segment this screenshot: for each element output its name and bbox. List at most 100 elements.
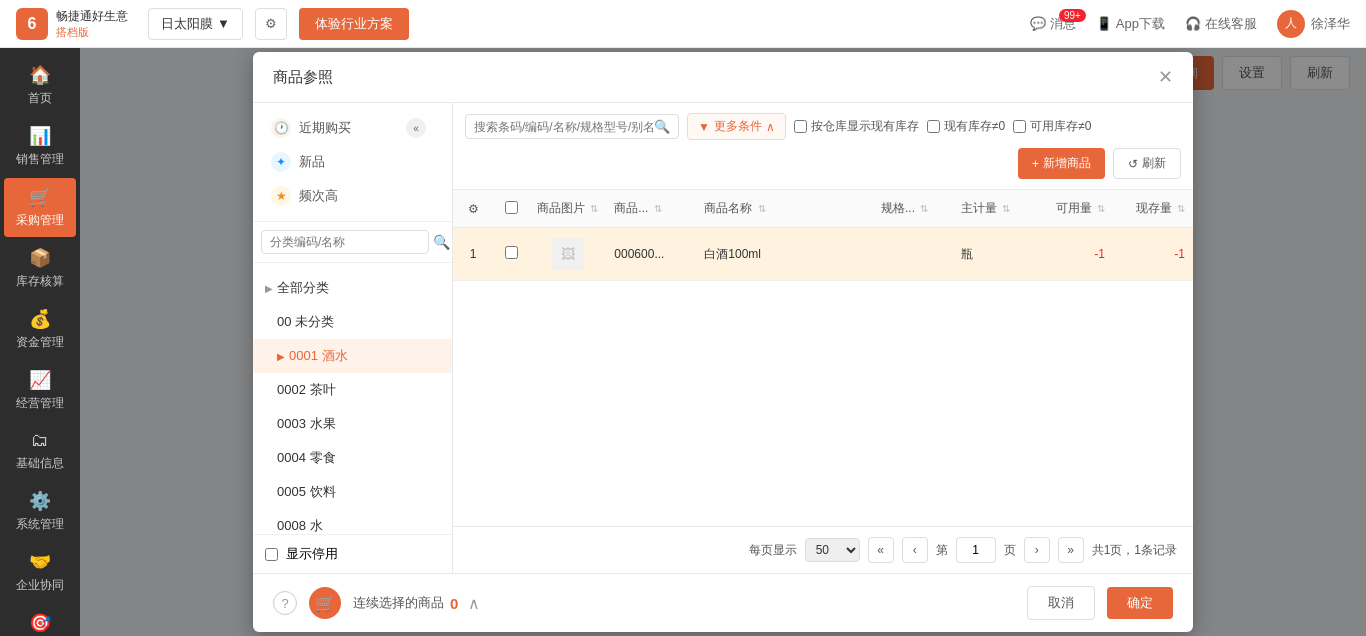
col-header-unit: 主计量 ⇅ — [953, 190, 1033, 228]
table-settings-icon[interactable]: ⚙ — [468, 202, 479, 216]
stock-ne0-filter-label[interactable]: 现有库存≠0 — [927, 118, 1005, 135]
row-available: -1 — [1033, 228, 1113, 281]
cart-button[interactable]: 🛒 — [309, 587, 341, 619]
add-icon: + — [1032, 157, 1039, 171]
cat-item-0005[interactable]: 0005 饮料 — [253, 475, 452, 509]
quick-filter-new[interactable]: ✦ 新品 — [261, 145, 444, 179]
row-checkbox[interactable] — [505, 246, 518, 259]
sidebar-item-inventory[interactable]: 📦 库存核算 — [4, 239, 76, 298]
col-header-settings[interactable]: ⚙ — [453, 190, 493, 228]
cat-label-0005: 0005 饮料 — [277, 483, 336, 501]
collapse-icon[interactable]: « — [406, 118, 426, 138]
operation-icon: 📈 — [29, 369, 51, 391]
logo-text: 畅捷通好生意 搭档版 — [56, 8, 128, 40]
col-header-name: 商品名称 ⇅ — [696, 190, 873, 228]
cat-item-all[interactable]: ▶ 全部分类 — [253, 271, 452, 305]
first-page-button[interactable]: « — [868, 537, 894, 563]
pagination: 每页显示 10 20 50 100 « ‹ 第 页 — [453, 526, 1193, 573]
cat-item-0004[interactable]: 0004 零食 — [253, 441, 452, 475]
category-tree: ▶ 全部分类 00 未分类 ▶ 0001 酒水 0002 茶 — [253, 263, 452, 534]
topbar-right: 💬 消息 99+ 📱 App下载 🎧 在线客服 人 徐泽华 — [1030, 10, 1350, 38]
warehouse-filter-label[interactable]: 按仓库显示现有库存 — [794, 118, 919, 135]
row-stock: -1 — [1113, 228, 1193, 281]
sidebar-item-guide[interactable]: 🎯 新手引导 — [4, 604, 76, 636]
quick-filter-frequent[interactable]: ★ 频次高 — [261, 179, 444, 213]
quick-filter-recent[interactable]: 🕐 近期购买 « — [261, 111, 444, 145]
trial-button[interactable]: 体验行业方案 — [299, 8, 409, 40]
dialog-close-button[interactable]: ✕ — [1158, 66, 1173, 88]
select-all-checkbox[interactable] — [505, 201, 518, 214]
app-download-label: App下载 — [1116, 15, 1165, 33]
show-disabled-label[interactable]: 显示停用 — [286, 545, 338, 563]
sidebar-item-home[interactable]: 🏠 首页 — [4, 56, 76, 115]
row-spec — [873, 228, 953, 281]
page-number-input[interactable] — [956, 537, 996, 563]
toolbar: 🔍 ▼ 更多条件 ∧ 按仓库显示现有库存 — [453, 103, 1193, 190]
add-product-button[interactable]: + 新增商品 — [1018, 148, 1105, 179]
purchase-icon: 🛒 — [29, 186, 51, 208]
filter-up-icon: ∧ — [766, 120, 775, 134]
sidebar-item-operation[interactable]: 📈 经营管理 — [4, 361, 76, 420]
product-search-input[interactable] — [474, 120, 654, 134]
refresh-button[interactable]: ↺ 刷新 — [1113, 148, 1181, 179]
sidebar-item-enterprise[interactable]: 🤝 企业协同 — [4, 543, 76, 602]
dialog-left-footer: 显示停用 — [253, 534, 452, 573]
stock-ne0-text: 现有库存≠0 — [944, 118, 1005, 135]
sort-spec-icon: ⇅ — [920, 203, 928, 214]
confirm-button[interactable]: 确定 — [1107, 587, 1173, 619]
cat-item-0001[interactable]: ▶ 0001 酒水 — [253, 339, 452, 373]
cat-item-0002[interactable]: 0002 茶叶 — [253, 373, 452, 407]
online-service-button[interactable]: 🎧 在线客服 — [1185, 15, 1257, 33]
app-download-button[interactable]: 📱 App下载 — [1096, 15, 1165, 33]
guide-icon: 🎯 — [29, 612, 51, 634]
messages-button[interactable]: 💬 消息 99+ — [1030, 15, 1076, 33]
topbar: 6 畅捷通好生意 搭档版 日太阳膜 ▼ ⚙ 体验行业方案 💬 消息 99+ 📱 … — [0, 0, 1366, 48]
sidebar-item-basic[interactable]: 🗂 基础信息 — [4, 422, 76, 480]
show-disabled-checkbox[interactable] — [265, 548, 278, 561]
logo-area: 6 畅捷通好生意 搭档版 — [16, 8, 128, 40]
col-header-check[interactable] — [493, 190, 529, 228]
page-total: 共1页，1条记录 — [1092, 542, 1177, 559]
prev-page-button[interactable]: ‹ — [902, 537, 928, 563]
refresh-label: 刷新 — [1142, 155, 1166, 172]
sort-code-icon: ⇅ — [654, 203, 662, 214]
cat-label-0001: 0001 酒水 — [289, 347, 348, 365]
cancel-button[interactable]: 取消 — [1027, 586, 1095, 620]
sidebar: 🏠 首页 📊 销售管理 🛒 采购管理 📦 库存核算 💰 资金管理 📈 经营管理 … — [0, 48, 80, 636]
toolbar-right: + 新增商品 ↺ 刷新 — [1018, 148, 1181, 179]
more-filter-button[interactable]: ▼ 更多条件 ∧ — [687, 113, 786, 140]
cat-arrow-0001: ▶ — [277, 351, 285, 362]
collapse-footer-icon[interactable]: ∧ — [468, 594, 480, 613]
sidebar-item-system[interactable]: ⚙️ 系统管理 — [4, 482, 76, 541]
sidebar-item-finance[interactable]: 💰 资金管理 — [4, 300, 76, 359]
warehouse-filter-checkbox[interactable] — [794, 120, 807, 133]
sidebar-item-purchase[interactable]: 🛒 采购管理 — [4, 178, 76, 237]
store-selector[interactable]: 日太阳膜 ▼ — [148, 8, 243, 40]
cat-item-0008[interactable]: 0008 水 — [253, 509, 452, 534]
category-search-input[interactable] — [261, 230, 429, 254]
settings-button[interactable]: ⚙ — [255, 8, 287, 40]
user-area[interactable]: 人 徐泽华 — [1277, 10, 1350, 38]
quick-filter-frequent-label: 频次高 — [299, 187, 338, 205]
sidebar-item-sales[interactable]: 📊 销售管理 — [4, 117, 76, 176]
next-page-button[interactable]: › — [1024, 537, 1050, 563]
avail-ne0-filter-label[interactable]: 可用库存≠0 — [1013, 118, 1091, 135]
avail-ne0-checkbox[interactable] — [1013, 120, 1026, 133]
quick-filters: 🕐 近期购买 « ✦ 新品 ★ 频次高 — [253, 103, 452, 222]
product-search-icon[interactable]: 🔍 — [654, 119, 670, 134]
last-page-button[interactable]: » — [1058, 537, 1084, 563]
help-button[interactable]: ? — [273, 591, 297, 615]
cat-item-00[interactable]: 00 未分类 — [253, 305, 452, 339]
row-check[interactable] — [493, 228, 529, 281]
category-search-icon[interactable]: 🔍 — [433, 234, 450, 250]
per-page-label: 每页显示 — [749, 542, 797, 559]
online-service-label: 在线客服 — [1205, 15, 1257, 33]
cat-item-0003[interactable]: 0003 水果 — [253, 407, 452, 441]
per-page-select[interactable]: 10 20 50 100 — [805, 538, 860, 562]
stock-ne0-checkbox[interactable] — [927, 120, 940, 133]
product-search-bar[interactable]: 🔍 — [465, 114, 679, 139]
table-row[interactable]: 1 🖼 — [453, 228, 1193, 281]
recent-purchase-icon: 🕐 — [271, 118, 291, 138]
basic-icon: 🗂 — [31, 430, 49, 451]
sort-image-icon: ⇅ — [590, 203, 598, 214]
